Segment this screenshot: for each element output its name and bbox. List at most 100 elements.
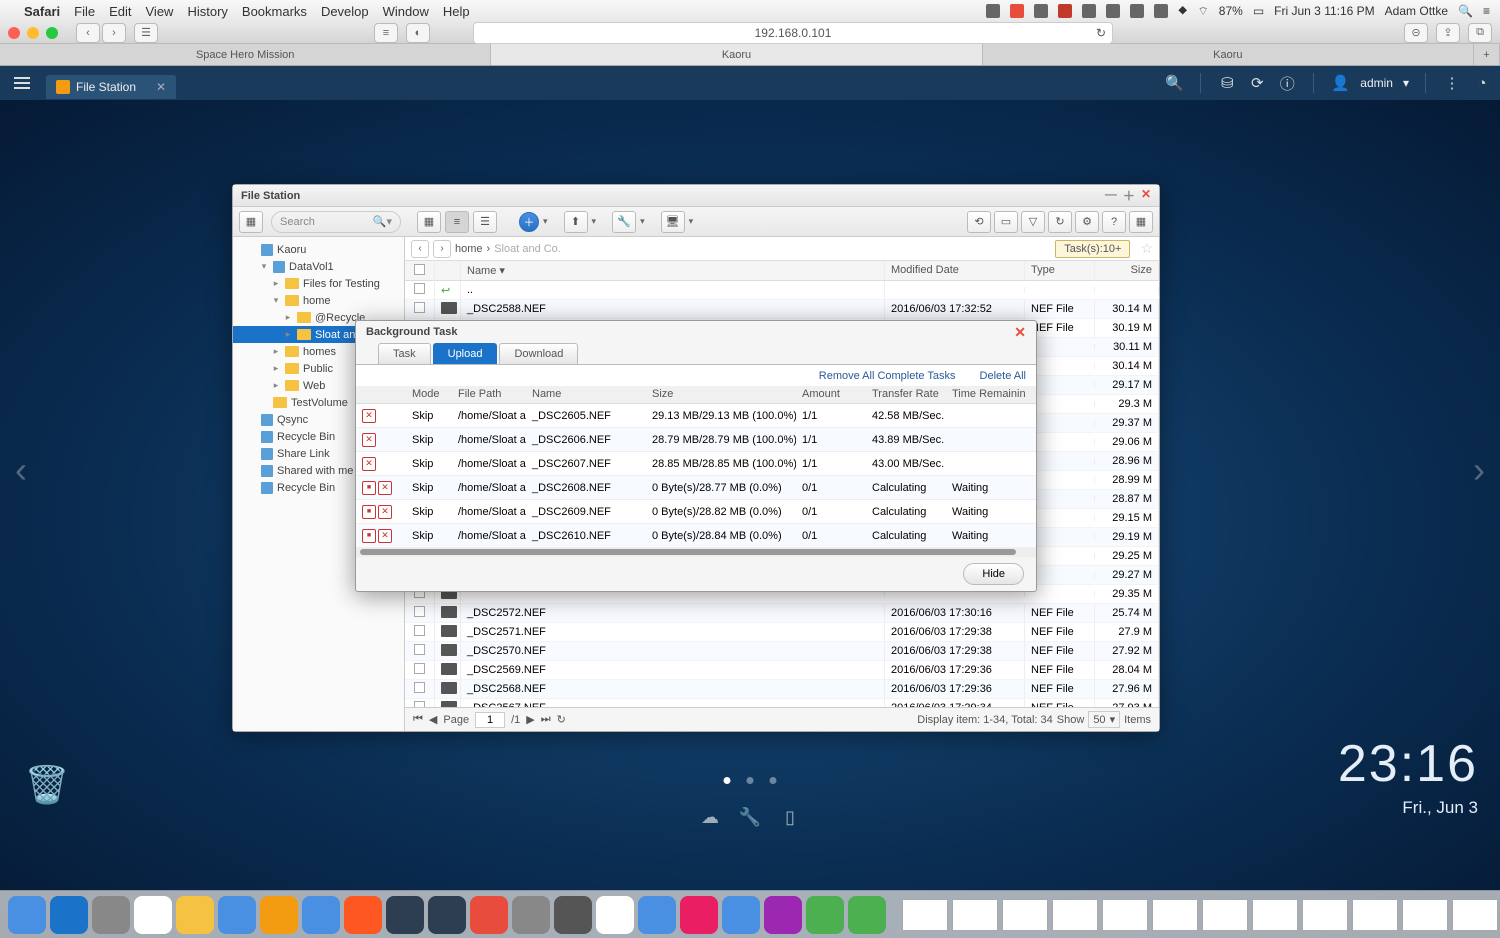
file-row[interactable]: _DSC2568.NEF2016/06/03 17:29:36NEF File2…	[405, 680, 1159, 699]
col-rate[interactable]: Transfer Rate	[866, 386, 946, 403]
view-list-button[interactable]: ≡	[445, 211, 469, 233]
menu-edit[interactable]: Edit	[109, 4, 131, 19]
menubar-extra-icon[interactable]	[1130, 4, 1144, 18]
sidebar-button[interactable]: ☰	[134, 23, 158, 43]
minimize-icon[interactable]: —	[1105, 187, 1117, 204]
file-row[interactable]: _DSC2588.NEF2016/06/03 17:32:52NEF File3…	[405, 300, 1159, 319]
close-tab-icon[interactable]: ✕	[156, 80, 166, 94]
tools-button[interactable]: 🔧	[612, 211, 636, 233]
close-window-button[interactable]	[8, 27, 20, 39]
view-detail-button[interactable]: ☰	[473, 211, 497, 233]
downloads-button[interactable]: ⊝	[1404, 23, 1428, 43]
dock-window-thumbnail[interactable]	[1052, 899, 1098, 931]
remove-complete-link[interactable]: Remove All Complete Tasks	[819, 370, 956, 382]
dock-app-icon[interactable]	[8, 896, 46, 934]
recycle-bin-icon[interactable]: 🗑️	[24, 762, 70, 808]
cancel-task-button[interactable]	[362, 409, 376, 423]
dock-window-thumbnail[interactable]	[1202, 899, 1248, 931]
crumb-home[interactable]: home	[455, 243, 483, 255]
menu-history[interactable]: History	[187, 4, 227, 19]
dock-app-icon[interactable]	[806, 896, 844, 934]
maximize-icon[interactable]: ＋	[1123, 187, 1135, 204]
menu-file[interactable]: File	[74, 4, 95, 19]
menubar-extra-icon[interactable]	[1010, 4, 1024, 18]
zoom-window-button[interactable]	[46, 27, 58, 39]
page-dot[interactable]	[747, 777, 754, 784]
col-amount[interactable]: Amount	[796, 386, 866, 403]
datetime[interactable]: Fri Jun 3 11:16 PM	[1274, 4, 1375, 18]
book-icon[interactable]: ▯	[779, 806, 801, 828]
snapshot-button[interactable]: ⟲	[967, 211, 991, 233]
filter-button[interactable]: ▽	[1021, 211, 1045, 233]
task-row[interactable]: Skip/home/Sloat and..._DSC2608.NEF0 Byte…	[356, 476, 1036, 500]
back-button[interactable]: ‹	[76, 23, 100, 43]
reader-button[interactable]: ≡	[374, 23, 398, 43]
prev-page-button[interactable]: ◀	[429, 713, 437, 726]
dock-app-icon[interactable]	[176, 896, 214, 934]
file-row[interactable]: ↩..	[405, 281, 1159, 300]
dropdown-icon[interactable]: ▾	[640, 216, 645, 227]
browser-tab[interactable]: Kaoru	[491, 44, 982, 65]
close-icon[interactable]: ✕	[1141, 187, 1151, 204]
window-titlebar[interactable]: File Station — ＋ ✕	[233, 185, 1159, 207]
tree-node[interactable]: Kaoru	[233, 241, 404, 258]
first-page-button[interactable]: ⏮	[413, 713, 423, 726]
task-row[interactable]: Skip/home/Sloat and..._DSC2606.NEF28.79 …	[356, 428, 1036, 452]
menu-view[interactable]: View	[146, 4, 174, 19]
col-size[interactable]: Size	[1095, 261, 1159, 280]
create-button[interactable]: ＋	[519, 212, 539, 232]
delete-all-link[interactable]: Delete All	[980, 370, 1026, 382]
app-tab-filestation[interactable]: File Station ✕	[46, 75, 176, 99]
dropdown-icon[interactable]: ▾	[592, 216, 597, 227]
dropdown-icon[interactable]: ▾	[689, 216, 694, 227]
col-name[interactable]: Name ▾	[461, 261, 885, 280]
tree-node[interactable]: ▾DataVol1	[233, 258, 404, 275]
smart-filter-button[interactable]: ▭	[994, 211, 1018, 233]
hide-button[interactable]: Hide	[963, 563, 1024, 585]
cancel-task-button[interactable]	[378, 505, 392, 519]
tree-node[interactable]: ▾home	[233, 292, 404, 309]
dialog-titlebar[interactable]: Background Task ✕	[356, 321, 1036, 343]
stop-task-button[interactable]	[362, 529, 376, 543]
dock-app-icon[interactable]	[344, 896, 382, 934]
share-button[interactable]: 🖥	[661, 211, 685, 233]
col-mode[interactable]: Mode	[406, 386, 452, 403]
dock-app-icon[interactable]	[134, 896, 172, 934]
dock-app-icon[interactable]	[470, 896, 508, 934]
more-icon[interactable]: ⋮	[1442, 73, 1462, 93]
tree-node[interactable]: ▸Files for Testing	[233, 275, 404, 292]
upload-button[interactable]: ⬆	[564, 211, 588, 233]
col-date[interactable]: Modified Date	[885, 261, 1025, 280]
refresh-button[interactable]: ↻	[557, 713, 566, 726]
tabs-button[interactable]: ⧉	[1468, 23, 1492, 43]
task-badge[interactable]: Task(s):10+	[1055, 240, 1130, 258]
dock-app-icon[interactable]	[50, 896, 88, 934]
minimize-window-button[interactable]	[27, 27, 39, 39]
menu-window[interactable]: Window	[383, 4, 429, 19]
nav-back-button[interactable]: ‹	[411, 240, 429, 258]
stop-task-button[interactable]	[362, 505, 376, 519]
app-menu[interactable]: Safari	[24, 4, 60, 19]
last-page-button[interactable]: ⏭	[541, 713, 551, 726]
dialog-tab-task[interactable]: Task	[378, 343, 431, 364]
browser-tab[interactable]: Space Hero Mission	[0, 44, 491, 65]
cancel-task-button[interactable]	[362, 433, 376, 447]
view-grid-button[interactable]: ▦	[417, 211, 441, 233]
dropdown-icon[interactable]: ▾	[543, 216, 548, 227]
cancel-task-button[interactable]	[378, 481, 392, 495]
dock-app-icon[interactable]	[92, 896, 130, 934]
dock-app-icon[interactable]	[428, 896, 466, 934]
search-icon[interactable]: 🔍	[1164, 73, 1184, 93]
menu-develop[interactable]: Develop	[321, 4, 369, 19]
dock-window-thumbnail[interactable]	[952, 899, 998, 931]
refresh-button[interactable]: ↻	[1048, 211, 1072, 233]
menubar-extra-icon[interactable]	[1106, 4, 1120, 18]
dock-app-icon[interactable]	[218, 896, 256, 934]
dock-app-icon[interactable]	[302, 896, 340, 934]
stop-task-button[interactable]	[362, 481, 376, 495]
dock-app-icon[interactable]	[386, 896, 424, 934]
col-size[interactable]: Size	[646, 386, 796, 403]
nav-forward-button[interactable]: ›	[433, 240, 451, 258]
menu-button[interactable]	[8, 70, 36, 96]
menu-bookmarks[interactable]: Bookmarks	[242, 4, 307, 19]
